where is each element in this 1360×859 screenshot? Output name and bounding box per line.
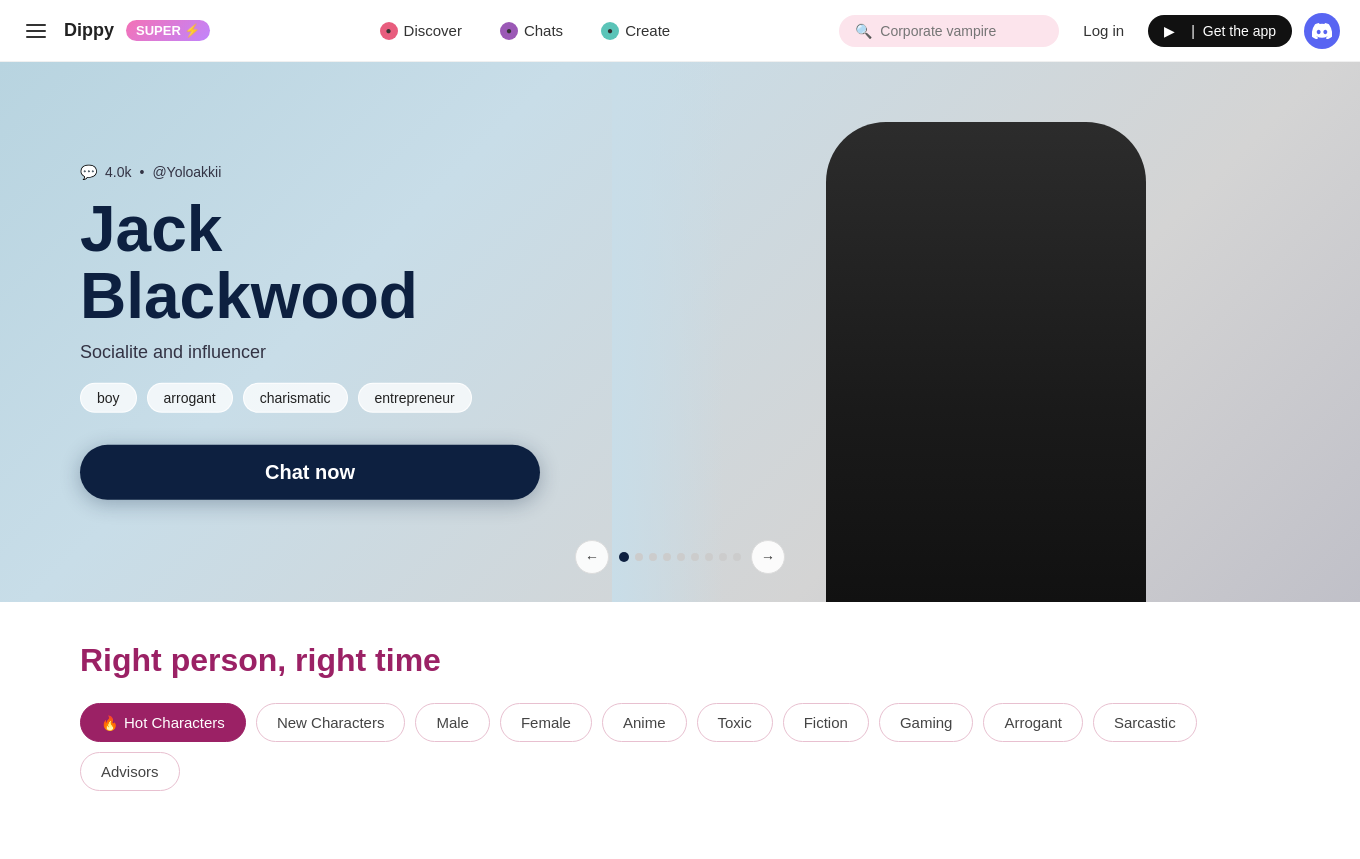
- chat-now-button[interactable]: Chat now: [80, 445, 540, 500]
- hero-tag[interactable]: charismatic: [243, 383, 348, 413]
- category-tab-fiction[interactable]: Fiction: [783, 703, 869, 742]
- main-section: Right person, right time 🔥 Hot Characters…: [0, 602, 1360, 811]
- category-tab-male[interactable]: Male: [415, 703, 490, 742]
- carousel-dot-7[interactable]: [719, 553, 727, 561]
- category-tab-new[interactable]: New Characters: [256, 703, 406, 742]
- discord-button[interactable]: [1304, 13, 1340, 49]
- carousel-controls: ← →: [575, 540, 785, 574]
- nav-chats-label: Chats: [524, 22, 563, 39]
- category-tab-label-sarcastic: Sarcastic: [1114, 714, 1176, 731]
- nav-right: 🔍 Log in ▶ | Get the app: [839, 13, 1340, 49]
- search-bar[interactable]: 🔍: [839, 15, 1059, 47]
- logo: Dippy: [64, 20, 114, 41]
- hamburger-menu[interactable]: [20, 18, 52, 44]
- nav-center: ● Discover ● Chats ● Create: [364, 14, 687, 48]
- hero-section: 💬 4.0k • @Yoloakkii Jack Blackwood Socia…: [0, 62, 1360, 602]
- play-icon: ▶: [1164, 23, 1175, 39]
- search-input[interactable]: [880, 23, 1043, 39]
- carousel-dot-5[interactable]: [691, 553, 699, 561]
- category-tab-label-anime: Anime: [623, 714, 666, 731]
- character-body: [826, 122, 1146, 602]
- category-tabs: 🔥 Hot Characters New Characters Male Female A…: [80, 703, 1280, 791]
- nav-discover[interactable]: ● Discover: [364, 14, 478, 48]
- hero-tag[interactable]: arrogant: [147, 383, 233, 413]
- category-tab-label-toxic: Toxic: [718, 714, 752, 731]
- get-app-button[interactable]: ▶ | Get the app: [1148, 15, 1292, 47]
- carousel-dot-1[interactable]: [635, 553, 643, 561]
- hero-tag[interactable]: entrepreneur: [358, 383, 472, 413]
- hero-dot-separator: •: [139, 164, 144, 180]
- hero-content: 💬 4.0k • @Yoloakkii Jack Blackwood Socia…: [80, 164, 540, 500]
- hero-tag[interactable]: boy: [80, 383, 137, 413]
- carousel-prev-button[interactable]: ←: [575, 540, 609, 574]
- discover-icon: ●: [380, 22, 398, 40]
- hero-author: @Yoloakkii: [152, 164, 221, 180]
- carousel-dots: [619, 552, 741, 562]
- hero-stats: 4.0k: [105, 164, 131, 180]
- category-tab-label-gaming: Gaming: [900, 714, 953, 731]
- hero-tag-list: boy arrogant charismatic entrepreneur: [80, 383, 540, 413]
- category-tab-label-fiction: Fiction: [804, 714, 848, 731]
- category-tab-arrogant[interactable]: Arrogant: [983, 703, 1083, 742]
- hot-icon: 🔥: [101, 715, 118, 731]
- category-tab-female[interactable]: Female: [500, 703, 592, 742]
- category-tab-label-arrogant: Arrogant: [1004, 714, 1062, 731]
- carousel-dot-8[interactable]: [733, 553, 741, 561]
- separator: |: [1191, 23, 1195, 39]
- chats-icon: ●: [500, 22, 518, 40]
- nav-left: Dippy SUPER ⚡: [20, 18, 210, 44]
- create-icon: ●: [601, 22, 619, 40]
- category-tab-toxic[interactable]: Toxic: [697, 703, 773, 742]
- nav-discover-label: Discover: [404, 22, 462, 39]
- carousel-next-button[interactable]: →: [751, 540, 785, 574]
- login-button[interactable]: Log in: [1071, 14, 1136, 47]
- section-title: Right person, right time: [80, 642, 1280, 679]
- category-tab-sarcastic[interactable]: Sarcastic: [1093, 703, 1197, 742]
- hero-meta: 💬 4.0k • @Yoloakkii: [80, 164, 540, 180]
- carousel-dot-4[interactable]: [677, 553, 685, 561]
- carousel-dot-0[interactable]: [619, 552, 629, 562]
- get-app-label: Get the app: [1203, 23, 1276, 39]
- hero-image: [612, 62, 1360, 602]
- search-icon: 🔍: [855, 23, 872, 39]
- carousel-dot-3[interactable]: [663, 553, 671, 561]
- category-tab-label-male: Male: [436, 714, 469, 731]
- category-tab-anime[interactable]: Anime: [602, 703, 687, 742]
- category-tab-gaming[interactable]: Gaming: [879, 703, 974, 742]
- category-tab-label-female: Female: [521, 714, 571, 731]
- super-badge[interactable]: SUPER ⚡: [126, 20, 210, 41]
- category-tab-label-new: New Characters: [277, 714, 385, 731]
- character-image: [806, 82, 1166, 602]
- carousel-dot-2[interactable]: [649, 553, 657, 561]
- hero-name-line2: Blackwood: [80, 260, 418, 332]
- category-tab-label-advisors: Advisors: [101, 763, 159, 780]
- nav-create-label: Create: [625, 22, 670, 39]
- category-tab-label-hot: Hot Characters: [124, 714, 225, 731]
- hero-name-line1: Jack: [80, 193, 222, 265]
- nav-chats[interactable]: ● Chats: [484, 14, 579, 48]
- hero-subtitle: Socialite and influencer: [80, 342, 540, 363]
- carousel-dot-6[interactable]: [705, 553, 713, 561]
- nav-create[interactable]: ● Create: [585, 14, 686, 48]
- category-tab-hot[interactable]: 🔥 Hot Characters: [80, 703, 246, 742]
- navbar: Dippy SUPER ⚡ ● Discover ● Chats ● Creat…: [0, 0, 1360, 62]
- chat-count-icon: 💬: [80, 164, 97, 180]
- hero-title: Jack Blackwood: [80, 196, 540, 330]
- category-tab-advisors[interactable]: Advisors: [80, 752, 180, 791]
